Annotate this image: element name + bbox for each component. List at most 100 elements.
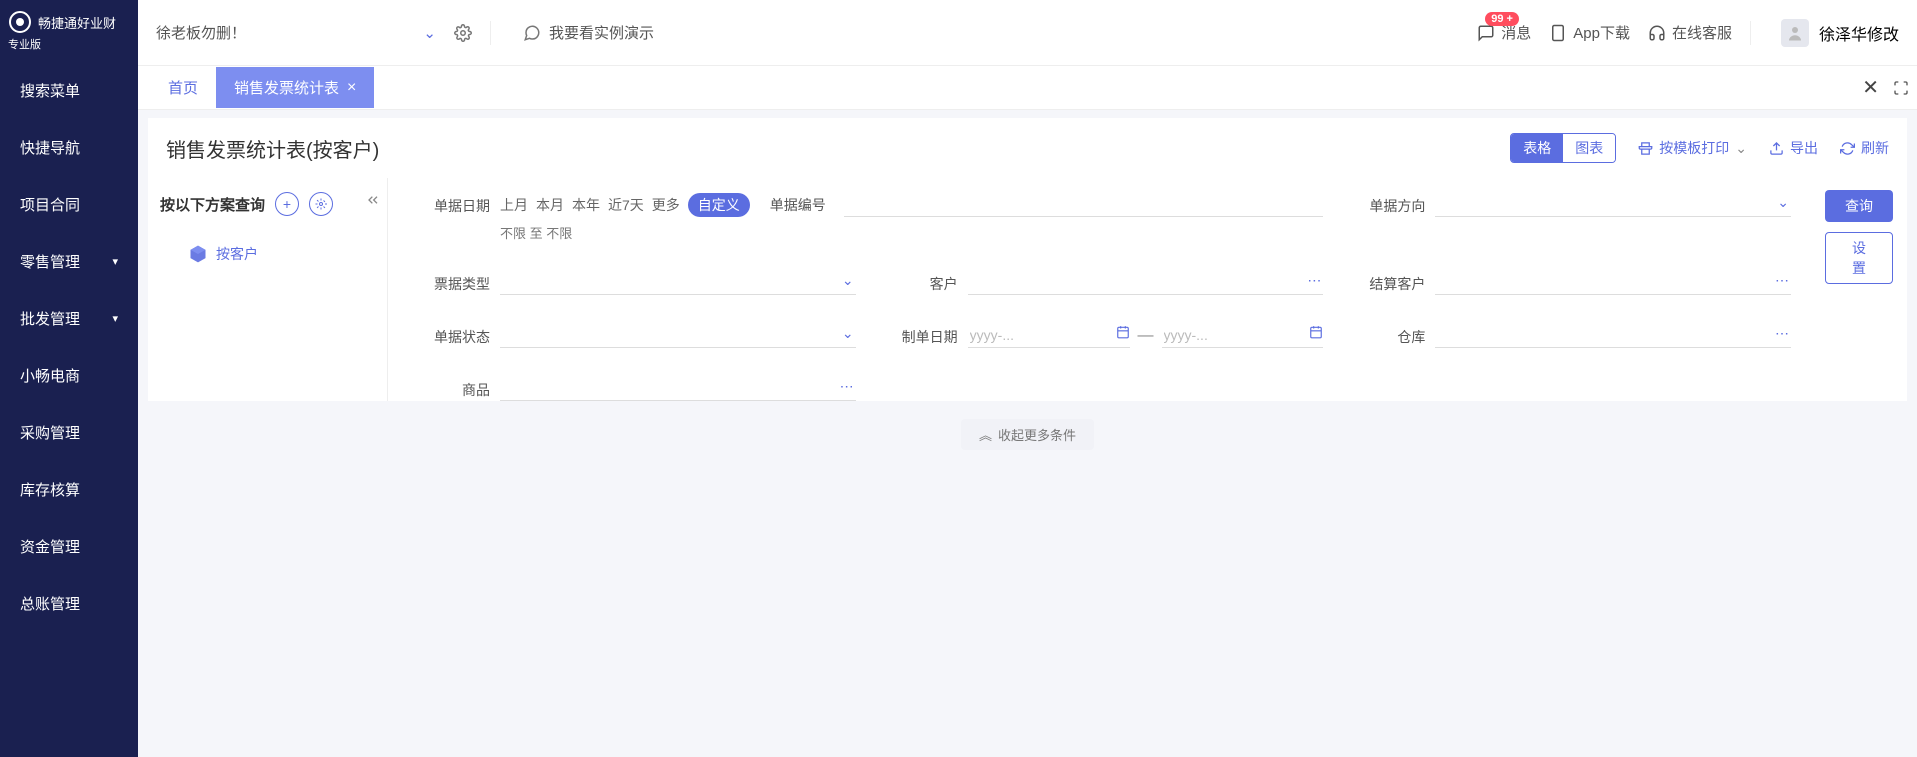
messages-badge: 99 + — [1485, 12, 1519, 26]
headset-icon — [1648, 24, 1666, 42]
tab-home[interactable]: 首页 — [150, 67, 216, 108]
scheme-settings-button[interactable] — [309, 192, 333, 216]
product-label: 商品 — [418, 376, 490, 400]
avatar-icon — [1781, 19, 1809, 47]
warehouse-label: 仓库 — [1353, 323, 1425, 347]
date-opt-this-month[interactable]: 本月 — [536, 195, 564, 215]
calendar-icon[interactable] — [1116, 325, 1130, 339]
company-selector[interactable]: 徐老板勿删！ ⌄ — [156, 22, 436, 43]
more-icon[interactable]: ⋯ — [1775, 272, 1789, 289]
status-select[interactable] — [500, 323, 856, 348]
more-icon[interactable]: ⋯ — [840, 378, 854, 395]
close-icon[interactable]: × — [347, 79, 356, 97]
sidebar-item-purchase[interactable]: 采购管理 — [0, 404, 138, 461]
chevron-down-icon: ⌄ — [423, 24, 436, 42]
brand-block: 畅捷通好业财 专业版 — [0, 0, 138, 62]
date-opt-this-year[interactable]: 本年 — [572, 195, 600, 215]
chevron-down-icon[interactable]: ⌄ — [842, 325, 854, 342]
bill-type-label: 票据类型 — [418, 270, 490, 294]
sidebar-item-search-menu[interactable]: 搜索菜单 — [0, 62, 138, 119]
collapse-bar: ︽ 收起更多条件 — [148, 419, 1907, 450]
date-opt-more[interactable]: 更多 — [652, 195, 680, 215]
brand-edition: 专业版 — [8, 36, 41, 52]
sidebar-item-retail[interactable]: 零售管理▾ — [0, 233, 138, 290]
topbar: 徐老板勿删！ ⌄ 我要看实例演示 99 + 消息 App下载 在线客服 — [138, 0, 1917, 66]
phone-icon — [1549, 24, 1567, 42]
more-icon[interactable]: ⋯ — [1775, 325, 1789, 342]
close-all-tabs-icon[interactable]: ✕ — [1862, 75, 1879, 100]
main-area: 徐老板勿删！ ⌄ 我要看实例演示 99 + 消息 App下载 在线客服 — [138, 0, 1917, 757]
direction-label: 单据方向 — [1353, 192, 1425, 216]
doc-no-input[interactable] — [844, 192, 1324, 217]
refresh-button[interactable]: 刷新 — [1840, 138, 1889, 158]
sidebar-item-ecommerce[interactable]: 小畅电商 — [0, 347, 138, 404]
support-button[interactable]: 在线客服 — [1648, 22, 1732, 43]
add-scheme-button[interactable]: + — [275, 192, 299, 216]
demo-link[interactable]: 我要看实例演示 — [523, 22, 654, 43]
content-body: 按以下方案查询 + 按客户 单据日期 — [148, 178, 1907, 401]
calendar-icon[interactable] — [1309, 325, 1323, 339]
scheme-title: 按以下方案查询 — [160, 194, 265, 215]
sidebar-item-wholesale[interactable]: 批发管理▾ — [0, 290, 138, 347]
brand-name: 畅捷通好业财 — [38, 13, 116, 32]
chevron-down-icon: ▾ — [112, 255, 118, 268]
gear-icon[interactable] — [454, 24, 472, 42]
print-icon — [1638, 141, 1653, 156]
export-icon — [1769, 141, 1784, 156]
page-title: 销售发票统计表(按客户) — [166, 134, 379, 163]
cube-icon — [188, 244, 208, 264]
product-input[interactable] — [500, 376, 856, 401]
settle-customer-label: 结算客户 — [1353, 270, 1425, 294]
scheme-item-by-customer[interactable]: 按客户 — [188, 244, 375, 264]
view-chart-button[interactable]: 图表 — [1563, 134, 1615, 162]
company-name: 徐老板勿删！ — [156, 22, 246, 43]
sidebar-item-inventory[interactable]: 库存核算 — [0, 461, 138, 518]
filter-panel: 单据日期 上月 本月 本年 近7天 更多 自定义 单据编号 — [388, 178, 1811, 401]
doc-no-label: 单据编号 — [770, 195, 826, 215]
sidebar-item-funds[interactable]: 资金管理 — [0, 518, 138, 575]
date-opt-7days[interactable]: 近7天 — [608, 195, 644, 215]
warehouse-input[interactable] — [1435, 323, 1791, 348]
view-table-button[interactable]: 表格 — [1511, 134, 1563, 162]
fullscreen-icon[interactable] — [1893, 80, 1909, 96]
message-icon — [1477, 24, 1495, 42]
chevron-down-icon: ⌄ — [1735, 140, 1747, 157]
export-button[interactable]: 导出 — [1769, 138, 1818, 158]
print-button[interactable]: 按模板打印 ⌄ — [1638, 138, 1747, 158]
sidebar-item-ledger[interactable]: 总账管理 — [0, 575, 138, 632]
chat-icon — [523, 24, 541, 42]
sidebar-item-quick-nav[interactable]: 快捷导航 — [0, 119, 138, 176]
tab-sales-invoice-stats[interactable]: 销售发票统计表 × — [216, 67, 374, 108]
messages-button[interactable]: 99 + 消息 — [1477, 22, 1531, 43]
user-menu[interactable]: 徐泽华修改 — [1781, 19, 1899, 47]
chevron-down-icon[interactable]: ⌄ — [1777, 194, 1789, 211]
settings-button[interactable]: 设置 — [1825, 232, 1893, 284]
more-icon[interactable]: ⋯ — [1307, 272, 1321, 289]
status-label: 单据状态 — [418, 323, 490, 347]
chevron-down-icon: ▾ — [112, 312, 118, 325]
collapse-panel-icon[interactable] — [365, 192, 381, 208]
sidebar-item-project-contract[interactable]: 项目合同 — [0, 176, 138, 233]
customer-input[interactable] — [968, 270, 1324, 295]
create-date-from[interactable] — [968, 323, 1130, 348]
collapse-conditions-button[interactable]: ︽ 收起更多条件 — [961, 419, 1094, 450]
app-download-button[interactable]: App下载 — [1549, 22, 1630, 43]
chevron-down-icon[interactable]: ⌄ — [842, 272, 854, 289]
bill-type-select[interactable] — [500, 270, 856, 295]
page-header: 销售发票统计表(按客户) 表格 图表 按模板打印 ⌄ 导出 刷新 — [148, 118, 1907, 178]
range-dash: — — [1138, 327, 1154, 345]
doc-date-range-text: 不限 至 不限 — [500, 223, 1323, 242]
refresh-icon — [1840, 141, 1855, 156]
chevron-up-icon: ︽ — [979, 425, 992, 444]
filter-action-column: 查询 设置 — [1811, 178, 1907, 401]
direction-select[interactable] — [1435, 192, 1791, 217]
create-date-label: 制单日期 — [886, 323, 958, 347]
doc-date-label: 单据日期 — [418, 192, 490, 216]
tab-bar: 首页 销售发票统计表 × ✕ — [138, 66, 1917, 110]
date-opt-last-month[interactable]: 上月 — [500, 195, 528, 215]
user-name: 徐泽华修改 — [1819, 21, 1899, 45]
create-date-to[interactable] — [1162, 323, 1324, 348]
date-opt-custom[interactable]: 自定义 — [688, 193, 750, 217]
settle-customer-input[interactable] — [1435, 270, 1791, 295]
query-button[interactable]: 查询 — [1825, 190, 1893, 222]
